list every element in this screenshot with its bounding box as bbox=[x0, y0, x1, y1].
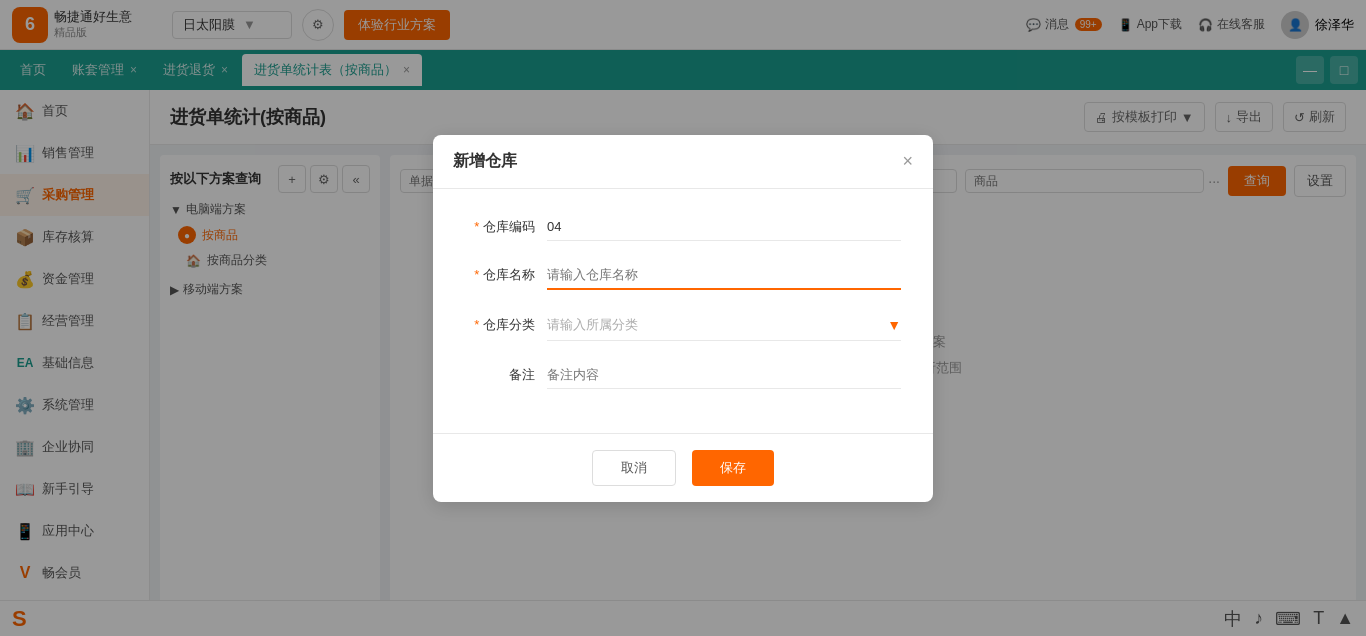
code-label: 仓库编码 bbox=[465, 218, 535, 236]
modal-header: 新增仓库 × bbox=[433, 135, 933, 189]
category-label: 仓库分类 bbox=[465, 316, 535, 334]
name-label: 仓库名称 bbox=[465, 266, 535, 284]
form-row-category: 仓库分类 请输入所属分类 ▼ bbox=[465, 310, 901, 341]
save-button[interactable]: 保存 bbox=[692, 450, 774, 486]
modal-body: 仓库编码 仓库名称 仓库分类 请输入所属分类 ▼ 备注 bbox=[433, 189, 933, 433]
modal-overlay: 新增仓库 × 仓库编码 仓库名称 仓库分类 请输入所属分类 ▼ bbox=[0, 0, 1366, 636]
category-placeholder: 请输入所属分类 bbox=[547, 316, 638, 334]
category-dropdown-arrow: ▼ bbox=[887, 317, 901, 333]
form-row-name: 仓库名称 bbox=[465, 261, 901, 290]
form-row-code: 仓库编码 bbox=[465, 213, 901, 241]
modal-title: 新增仓库 bbox=[453, 151, 517, 172]
cancel-button[interactable]: 取消 bbox=[592, 450, 676, 486]
note-label: 备注 bbox=[465, 366, 535, 384]
add-warehouse-modal: 新增仓库 × 仓库编码 仓库名称 仓库分类 请输入所属分类 ▼ bbox=[433, 135, 933, 502]
modal-close-button[interactable]: × bbox=[902, 151, 913, 172]
form-row-note: 备注 bbox=[465, 361, 901, 389]
name-input[interactable] bbox=[547, 261, 901, 290]
code-input[interactable] bbox=[547, 213, 901, 241]
modal-footer: 取消 保存 bbox=[433, 433, 933, 502]
category-select[interactable]: 请输入所属分类 ▼ bbox=[547, 310, 901, 341]
note-input[interactable] bbox=[547, 361, 901, 389]
